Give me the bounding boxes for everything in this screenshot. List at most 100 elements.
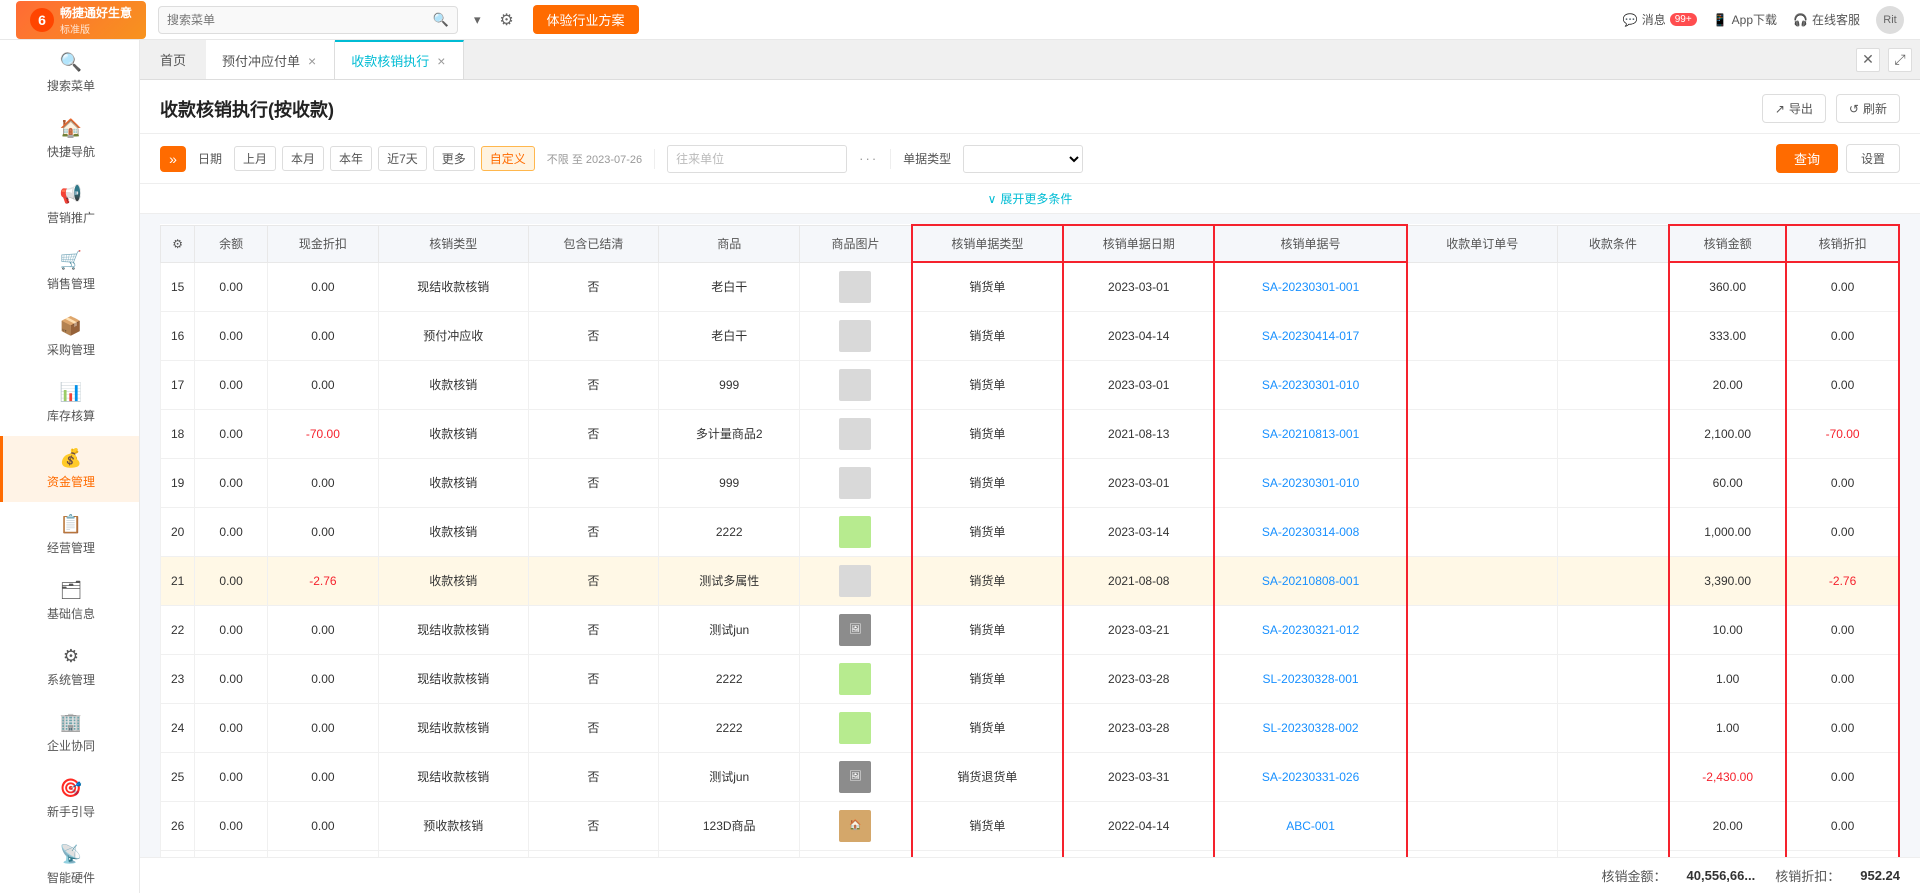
bill-no-link[interactable]: ABC-001 xyxy=(1286,819,1335,833)
last-7days-btn[interactable]: 近7天 xyxy=(378,146,427,171)
from-unit-input[interactable] xyxy=(667,145,847,173)
sidebar-item-label: 快捷导航 xyxy=(47,143,95,160)
table-cell: 26 xyxy=(161,801,195,850)
online-service-label: 在线客服 xyxy=(1812,11,1860,28)
sidebar-item-finance[interactable]: 💰 资金管理 xyxy=(0,436,139,502)
bill-no-link[interactable]: SA-20230301-010 xyxy=(1262,476,1359,490)
sidebar-item-hardware[interactable]: 📡 智能硬件 xyxy=(0,832,139,893)
table-cell[interactable]: SA-20230414-017 xyxy=(1214,311,1406,360)
filter-expand-button[interactable]: » xyxy=(160,146,186,172)
sidebar-item-label: 营销推广 xyxy=(47,209,95,226)
tab-home[interactable]: 首页 xyxy=(140,40,206,79)
table-cell xyxy=(1557,801,1669,850)
table-cell[interactable]: SA-20230301-010 xyxy=(1214,360,1406,409)
table-cell: 0.00 xyxy=(1786,752,1899,801)
export-button[interactable]: ↗ 导出 xyxy=(1762,94,1826,123)
tab-close-window-icon[interactable]: ✕ xyxy=(1856,48,1880,72)
search-dropdown-icon[interactable]: ▾ xyxy=(474,12,481,28)
table-cell: 测试jun xyxy=(659,605,800,654)
table-cell[interactable]: SA-20230331-026 xyxy=(1214,752,1406,801)
table-cell[interactable]: SL-20230328-002 xyxy=(1214,703,1406,752)
main-content: 首页 预付冲应付单 × 收款核销执行 × ✕ ⤢ 收款核销执行(按收款) ↗ xyxy=(140,40,1920,893)
sidebar-item-basic-info[interactable]: 🗂 基础信息 xyxy=(0,568,139,634)
sidebar-item-purchase[interactable]: 📦 采购管理 xyxy=(0,304,139,370)
table-row: 260.000.00预收款核销否123D商品🏠销货单2022-04-14ABC-… xyxy=(161,801,1900,850)
bill-no-link[interactable]: SL-20230328-001 xyxy=(1262,672,1358,686)
table-cell: 2023-04-08 xyxy=(1063,850,1214,857)
setting-button[interactable]: 设置 xyxy=(1846,144,1900,173)
table-cell: 360.00 xyxy=(1669,262,1786,311)
bill-no-link[interactable]: SL-20230328-002 xyxy=(1262,721,1358,735)
table-cell[interactable]: SA-20230314-008 xyxy=(1214,507,1406,556)
table-cell xyxy=(1557,703,1669,752)
filter-more-dots[interactable]: ··· xyxy=(859,151,878,166)
table-cell xyxy=(1407,850,1558,857)
bill-no-link[interactable]: SA-20230301-010 xyxy=(1262,378,1359,392)
query-button[interactable]: 查询 xyxy=(1776,144,1838,173)
table-cell[interactable]: ABC-001 xyxy=(1214,801,1406,850)
th-bill-type: 核销单据类型 xyxy=(912,225,1063,262)
expand-more-button[interactable]: ∨ 展开更多条件 xyxy=(988,190,1073,207)
top-search[interactable]: 🔍 xyxy=(158,6,458,34)
th-gear[interactable]: ⚙ xyxy=(161,225,195,262)
sidebar-item-label: 销售管理 xyxy=(47,275,95,292)
tab-maximize-icon[interactable]: ⤢ xyxy=(1888,48,1912,72)
sidebar-item-quicknav[interactable]: 🏠 快捷导航 xyxy=(0,106,139,172)
table-cell[interactable]: SA-20210808-001 xyxy=(1214,556,1406,605)
more-date-btn[interactable]: 更多 xyxy=(433,146,475,171)
bill-no-link[interactable]: SA-20210813-001 xyxy=(1262,427,1359,441)
sidebar-item-operations[interactable]: 📋 经营管理 xyxy=(0,502,139,568)
settings-gear-icon[interactable]: ⚙ xyxy=(493,6,521,34)
footer-amount-label: 核销金额： xyxy=(1602,866,1667,885)
last-month-btn[interactable]: 上月 xyxy=(234,146,276,171)
table-cell: 销货单 xyxy=(912,409,1063,458)
table-cell[interactable]: SA-20230301-001 xyxy=(1214,262,1406,311)
tab-receivable[interactable]: 收款核销执行 × xyxy=(335,40,464,79)
message-item[interactable]: 💬 消息 99+ xyxy=(1623,11,1697,28)
online-service-item[interactable]: 🎧 在线客服 xyxy=(1793,11,1860,28)
bill-no-link[interactable]: SA-20230414-017 xyxy=(1262,329,1359,343)
table-cell: -70.00 xyxy=(267,409,378,458)
bill-no-link[interactable]: SA-20210808-001 xyxy=(1262,574,1359,588)
bill-no-link[interactable]: SA-20230314-008 xyxy=(1262,525,1359,539)
product-image: 🏠 xyxy=(839,810,871,842)
table-cell[interactable]: SL-20230408-001 xyxy=(1214,850,1406,857)
top-search-input[interactable] xyxy=(167,13,429,27)
page-title: 收款核销执行(按收款) xyxy=(160,96,334,122)
table-cell[interactable]: SA-20210813-001 xyxy=(1214,409,1406,458)
table-cell[interactable]: SL-20230328-001 xyxy=(1214,654,1406,703)
tab-bar-actions: ✕ ⤢ xyxy=(1848,40,1920,79)
table-row: 270.000.00现结收款核销否衣服00001销货单2023-04-08SL-… xyxy=(161,850,1900,857)
table-container[interactable]: ⚙ 余额 现金折扣 核销类型 包含已结清 商品 商品图片 核销单据类型 核销单据… xyxy=(140,214,1920,857)
table-cell[interactable]: SA-20230301-010 xyxy=(1214,458,1406,507)
hardware-icon: 📡 xyxy=(60,844,82,865)
user-avatar[interactable]: Rit xyxy=(1876,6,1904,34)
tab-prepay[interactable]: 预付冲应付单 × xyxy=(206,40,335,79)
sidebar-item-marketing[interactable]: 📢 营销推广 xyxy=(0,172,139,238)
footer-total-amount: 40,556,66... xyxy=(1687,868,1756,883)
table-cell: 0.00 xyxy=(267,801,378,850)
bill-type-select[interactable] xyxy=(963,145,1083,173)
refresh-button[interactable]: ↺ 刷新 xyxy=(1836,94,1900,123)
sidebar-item-system[interactable]: ⚙ 系统管理 xyxy=(0,634,139,700)
tab-receivable-close-icon[interactable]: × xyxy=(435,51,447,71)
app-download-item[interactable]: 📱 App下载 xyxy=(1713,11,1777,28)
this-month-btn[interactable]: 本月 xyxy=(282,146,324,171)
table-cell: 否 xyxy=(528,556,658,605)
sidebar-item-guide[interactable]: 🎯 新手引导 xyxy=(0,766,139,832)
bill-no-link[interactable]: SA-20230331-026 xyxy=(1262,770,1359,784)
sidebar-item-inventory[interactable]: 📊 库存核算 xyxy=(0,370,139,436)
tab-prepay-close-icon[interactable]: × xyxy=(306,51,318,71)
sidebar-item-collab[interactable]: 🏢 企业协同 xyxy=(0,700,139,766)
sidebar-item-search[interactable]: 🔍 搜索菜单 xyxy=(0,40,139,106)
industry-solution-button[interactable]: 体验行业方案 xyxy=(533,5,639,34)
inventory-icon: 📊 xyxy=(60,382,82,403)
table-cell[interactable]: SA-20230321-012 xyxy=(1214,605,1406,654)
bill-no-link[interactable]: SA-20230301-001 xyxy=(1262,280,1359,294)
bill-no-link[interactable]: SA-20230321-012 xyxy=(1262,623,1359,637)
purchase-icon: 📦 xyxy=(60,316,82,337)
sidebar-item-sales[interactable]: 🛒 销售管理 xyxy=(0,238,139,304)
filter-bar: » 日期 上月 本月 本年 近7天 更多 自定义 不限 至 2023-07-26… xyxy=(140,134,1920,184)
this-year-btn[interactable]: 本年 xyxy=(330,146,372,171)
custom-date-btn[interactable]: 自定义 xyxy=(481,146,535,171)
